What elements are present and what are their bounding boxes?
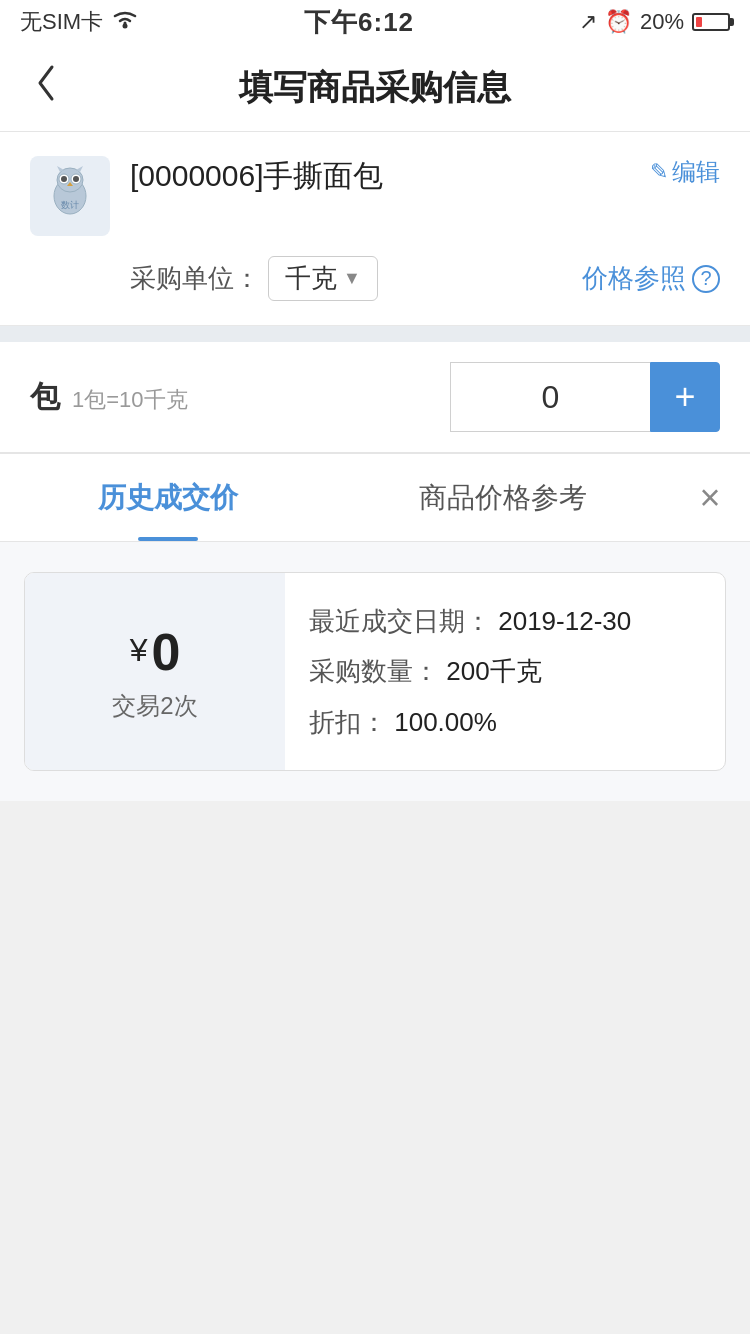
history-content: ¥ 0 交易2次 最近成交日期： 2019-12-30 采购数量： 200千克 …	[0, 542, 750, 801]
tab2-label: 商品价格参考	[419, 479, 587, 517]
status-bar: 无SIM卡 下午6:12 ↗ ⏰ 20%	[0, 0, 750, 44]
svg-point-6	[73, 176, 79, 182]
unit-value: 千克	[285, 261, 337, 296]
alarm-icon: ⏰	[605, 9, 632, 35]
recent-date-row: 最近成交日期： 2019-12-30	[309, 603, 701, 639]
svg-point-4	[61, 176, 67, 182]
nav-bar: 填写商品采购信息	[0, 44, 750, 132]
quantity-label: 包 1包=10千克	[30, 377, 188, 418]
help-icon: ?	[692, 265, 720, 293]
price-display: ¥ 0	[130, 622, 181, 682]
discount-row: 折扣： 100.00%	[309, 704, 701, 740]
product-owl-icon: 数计	[42, 164, 98, 229]
product-thumbnail: 数计	[30, 156, 110, 236]
carrier-text: 无SIM卡	[20, 7, 103, 37]
dropdown-arrow-icon: ▼	[343, 268, 361, 289]
edit-button[interactable]: ✎ 编辑	[650, 156, 720, 188]
price-value: 0	[151, 622, 180, 682]
trades-count: 交易2次	[112, 690, 197, 722]
svg-point-0	[123, 24, 128, 29]
qty-conversion: 1包=10千克	[72, 385, 188, 415]
product-section: 数计 [0000006]手撕面包 ✎ 编辑 采购单位： 千克 ▼ 价格参照	[0, 132, 750, 326]
tabs-header: 历史成交价 商品价格参考 ×	[0, 454, 750, 542]
quantity-section: 包 1包=10千克 0 +	[0, 342, 750, 453]
qty-detail-value: 200千克	[446, 656, 541, 686]
section-divider	[0, 326, 750, 342]
qty-row: 采购数量： 200千克	[309, 653, 701, 689]
unit-selector-wrap: 采购单位： 千克 ▼	[130, 256, 378, 301]
edit-icon: ✎	[650, 159, 668, 185]
quantity-input-wrap: 0 +	[450, 362, 720, 432]
edit-label: 编辑	[672, 156, 720, 188]
product-name: [0000006]手撕面包	[130, 156, 383, 197]
quantity-plus-button[interactable]: +	[650, 362, 720, 432]
tab-active-indicator	[138, 537, 198, 541]
battery-icon	[692, 13, 730, 31]
main-body	[0, 801, 750, 1334]
qty-unit: 包	[30, 377, 60, 418]
recent-date-label: 最近成交日期：	[309, 606, 491, 636]
price-ref-label: 价格参照	[582, 261, 686, 296]
product-name-wrap: [0000006]手撕面包	[130, 156, 383, 201]
tab-price-reference[interactable]: 商品价格参考	[335, 454, 670, 541]
quantity-input[interactable]: 0	[450, 362, 650, 432]
battery-percent: 20%	[640, 9, 684, 35]
status-carrier: 无SIM卡	[20, 7, 139, 37]
status-right: ↗ ⏰ 20%	[579, 9, 730, 35]
tabs-section: 历史成交价 商品价格参考 × ¥ 0 交易2次 最近成交日期： 2019-12-…	[0, 453, 750, 801]
price-currency: ¥	[130, 632, 148, 669]
back-button[interactable]	[24, 53, 68, 122]
svg-text:数计: 数计	[61, 200, 79, 210]
card-price-section: ¥ 0 交易2次	[25, 573, 285, 770]
wifi-icon	[111, 9, 139, 35]
unit-label: 采购单位：	[130, 261, 260, 296]
status-time: 下午6:12	[304, 5, 414, 40]
product-info: 数计 [0000006]手撕面包	[30, 156, 650, 236]
gps-icon: ↗	[579, 9, 597, 35]
recent-date-value: 2019-12-30	[498, 606, 631, 636]
unit-select[interactable]: 千克 ▼	[268, 256, 378, 301]
tab-close-button[interactable]: ×	[670, 454, 750, 541]
product-header: 数计 [0000006]手撕面包 ✎ 编辑	[30, 156, 720, 236]
history-card: ¥ 0 交易2次 最近成交日期： 2019-12-30 采购数量： 200千克 …	[24, 572, 726, 771]
discount-value: 100.00%	[394, 707, 497, 737]
purchase-unit-row: 采购单位： 千克 ▼ 价格参照 ?	[130, 256, 720, 301]
discount-label: 折扣：	[309, 707, 387, 737]
tab-history-price[interactable]: 历史成交价	[0, 454, 335, 541]
tab1-label: 历史成交价	[98, 479, 238, 517]
qty-detail-label: 采购数量：	[309, 656, 439, 686]
card-detail-section: 最近成交日期： 2019-12-30 采购数量： 200千克 折扣： 100.0…	[285, 573, 725, 770]
page-title: 填写商品采购信息	[239, 65, 511, 111]
price-reference-button[interactable]: 价格参照 ?	[582, 261, 720, 296]
